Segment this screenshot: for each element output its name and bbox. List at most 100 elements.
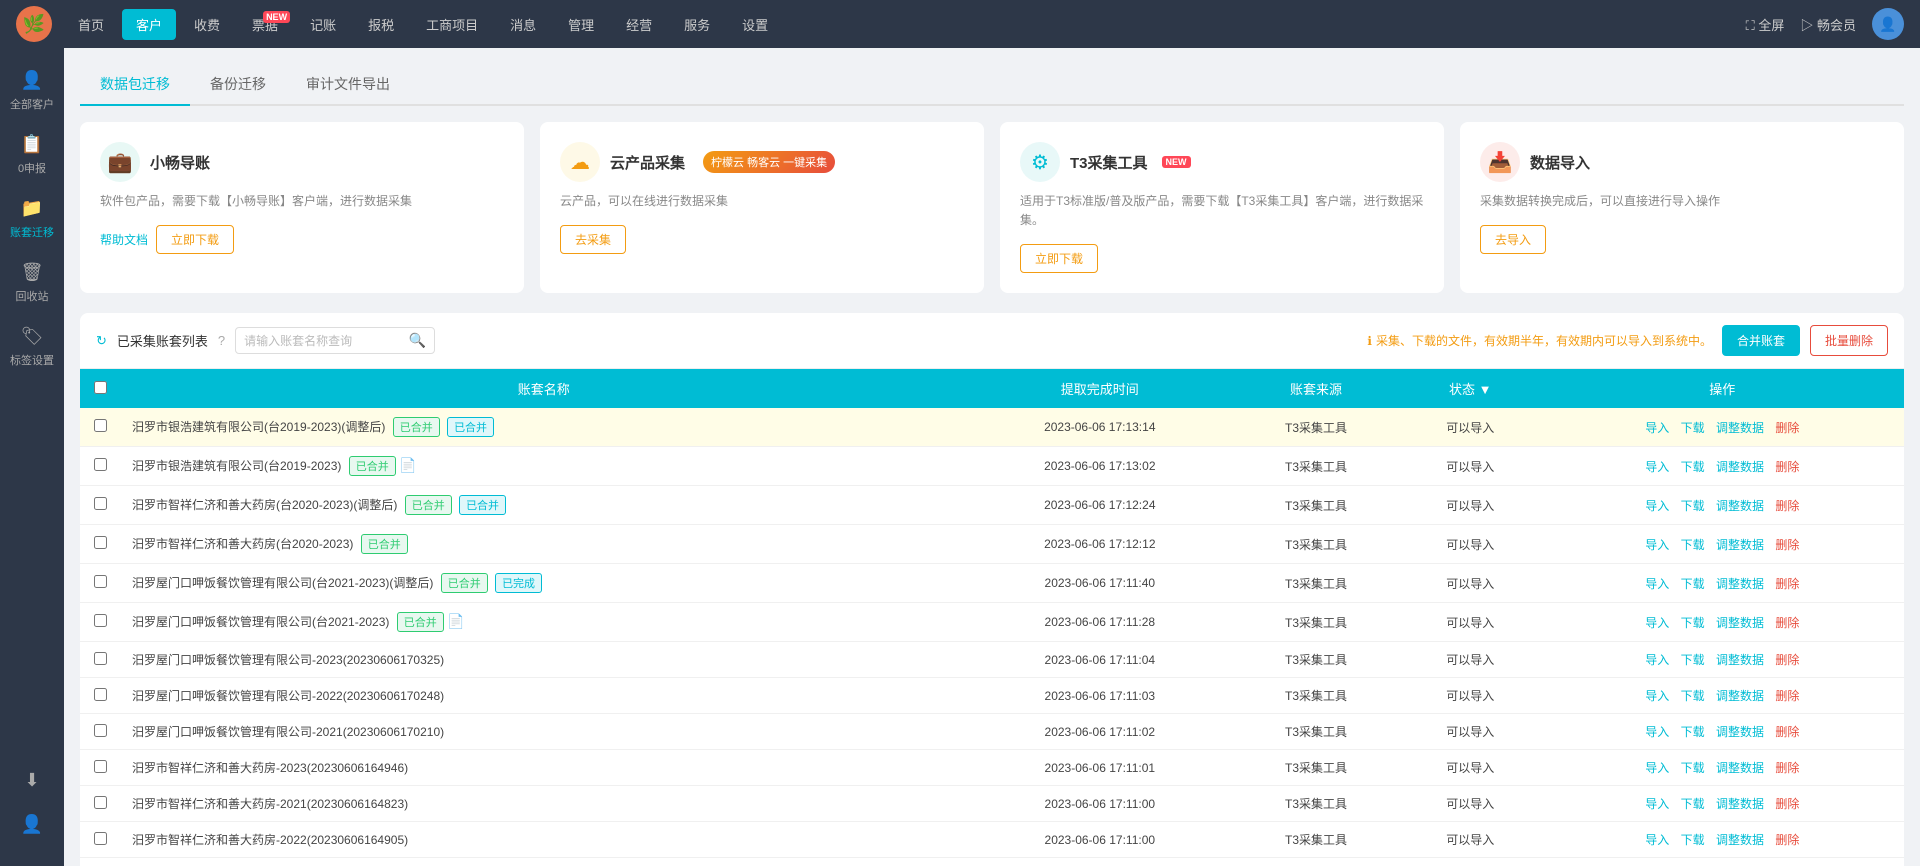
op-删除-btn[interactable]: 删除 — [1771, 689, 1803, 703]
op-删除-btn[interactable]: 删除 — [1771, 797, 1803, 811]
search-input[interactable] — [244, 334, 403, 348]
help-icon[interactable]: ? — [218, 333, 225, 348]
nav-business[interactable]: 工商项目 — [412, 9, 492, 40]
op-下载-btn[interactable]: 下载 — [1677, 653, 1709, 667]
tab-audit-export[interactable]: 审计文件导出 — [286, 64, 410, 106]
op-调整数据-btn[interactable]: 调整数据 — [1712, 653, 1768, 667]
op-删除-btn[interactable]: 删除 — [1771, 460, 1803, 474]
fullscreen-btn[interactable]: ⛶ 全屏 — [1746, 15, 1785, 34]
op-调整数据-btn[interactable]: 调整数据 — [1712, 833, 1768, 847]
op-下载-btn[interactable]: 下载 — [1677, 616, 1709, 630]
op-删除-btn[interactable]: 删除 — [1771, 725, 1803, 739]
op-调整数据-btn[interactable]: 调整数据 — [1712, 421, 1768, 435]
op-调整数据-btn[interactable]: 调整数据 — [1712, 460, 1768, 474]
sidebar-item-zero-report[interactable]: 📋 0申报 — [0, 122, 64, 186]
op-导入-btn[interactable]: 导入 — [1641, 499, 1673, 513]
card-cloud-icon: ☁ — [560, 142, 600, 182]
account-migration-icon: 📁 — [20, 196, 44, 220]
tip-text: ℹ 采集、下载的文件，有效期半年，有效期内可以导入到系统中。 — [1367, 332, 1712, 349]
row-checkbox[interactable] — [94, 575, 107, 588]
nav-tax[interactable]: 报税 — [354, 9, 408, 40]
op-下载-btn[interactable]: 下载 — [1677, 689, 1709, 703]
search-submit-icon[interactable]: 🔍 — [409, 332, 426, 349]
row-checkbox[interactable] — [94, 796, 107, 809]
nav-home[interactable]: 首页 — [64, 9, 118, 40]
nav-operation[interactable]: 经营 — [612, 9, 666, 40]
select-all-checkbox[interactable] — [94, 381, 107, 394]
row-checkbox[interactable] — [94, 832, 107, 845]
nav-manage[interactable]: 管理 — [554, 9, 608, 40]
op-删除-btn[interactable]: 删除 — [1771, 616, 1803, 630]
op-调整数据-btn[interactable]: 调整数据 — [1712, 577, 1768, 591]
op-下载-btn[interactable]: 下载 — [1677, 577, 1709, 591]
op-调整数据-btn[interactable]: 调整数据 — [1712, 499, 1768, 513]
op-调整数据-btn[interactable]: 调整数据 — [1712, 797, 1768, 811]
nav-fee[interactable]: 收费 — [180, 9, 234, 40]
op-导入-btn[interactable]: 导入 — [1641, 460, 1673, 474]
op-删除-btn[interactable]: 删除 — [1771, 833, 1803, 847]
card-t3-download-btn[interactable]: 立即下载 — [1020, 244, 1098, 273]
op-下载-btn[interactable]: 下载 — [1677, 725, 1709, 739]
op-调整数据-btn[interactable]: 调整数据 — [1712, 761, 1768, 775]
member-btn[interactable]: ▷ 畅会员 — [1800, 15, 1856, 34]
merge-accounts-btn[interactable]: 合并账套 — [1722, 325, 1800, 356]
op-导入-btn[interactable]: 导入 — [1641, 616, 1673, 630]
tab-data-migration[interactable]: 数据包迁移 — [80, 64, 190, 106]
op-下载-btn[interactable]: 下载 — [1677, 833, 1709, 847]
nav-service[interactable]: 服务 — [670, 9, 724, 40]
op-导入-btn[interactable]: 导入 — [1641, 653, 1673, 667]
op-删除-btn[interactable]: 删除 — [1771, 421, 1803, 435]
op-导入-btn[interactable]: 导入 — [1641, 797, 1673, 811]
row-checkbox[interactable] — [94, 652, 107, 665]
card-dataimport-import-btn[interactable]: 去导入 — [1480, 225, 1546, 254]
sidebar-item-user[interactable]: 👤 — [20, 802, 44, 846]
op-导入-btn[interactable]: 导入 — [1641, 833, 1673, 847]
tab-backup-migration[interactable]: 备份迁移 — [190, 64, 286, 106]
op-下载-btn[interactable]: 下载 — [1677, 421, 1709, 435]
row-checkbox[interactable] — [94, 419, 107, 432]
nav-bookkeeping[interactable]: 记账 — [296, 9, 350, 40]
op-删除-btn[interactable]: 删除 — [1771, 653, 1803, 667]
card-xiaochangzhang-download-btn[interactable]: 立即下载 — [156, 225, 234, 254]
nav-message[interactable]: 消息 — [496, 9, 550, 40]
op-删除-btn[interactable]: 删除 — [1771, 577, 1803, 591]
op-下载-btn[interactable]: 下载 — [1677, 797, 1709, 811]
row-checkbox[interactable] — [94, 724, 107, 737]
op-下载-btn[interactable]: 下载 — [1677, 460, 1709, 474]
op-调整数据-btn[interactable]: 调整数据 — [1712, 616, 1768, 630]
op-导入-btn[interactable]: 导入 — [1641, 725, 1673, 739]
row-checkbox[interactable] — [94, 497, 107, 510]
op-调整数据-btn[interactable]: 调整数据 — [1712, 689, 1768, 703]
sidebar-item-recycle[interactable]: 🗑 回收站 — [0, 250, 64, 314]
op-导入-btn[interactable]: 导入 — [1641, 421, 1673, 435]
card-cloud-collect-btn[interactable]: 去采集 — [560, 225, 626, 254]
row-checkbox[interactable] — [94, 536, 107, 549]
batch-delete-btn[interactable]: 批量删除 — [1810, 325, 1888, 356]
row-checkbox[interactable] — [94, 614, 107, 627]
op-删除-btn[interactable]: 删除 — [1771, 499, 1803, 513]
op-导入-btn[interactable]: 导入 — [1641, 577, 1673, 591]
op-导入-btn[interactable]: 导入 — [1641, 689, 1673, 703]
op-下载-btn[interactable]: 下载 — [1677, 499, 1709, 513]
row-checkbox[interactable] — [94, 458, 107, 471]
op-导入-btn[interactable]: 导入 — [1641, 761, 1673, 775]
nav-invoice[interactable]: 票据 NEW — [238, 9, 292, 40]
row-checkbox[interactable] — [94, 688, 107, 701]
sidebar-item-tags[interactable]: 🏷 标签设置 — [0, 314, 64, 378]
sidebar-item-download[interactable]: ⬇ — [20, 758, 44, 802]
refresh-icon[interactable]: ↻ — [96, 333, 107, 349]
nav-settings[interactable]: 设置 — [728, 9, 782, 40]
op-删除-btn[interactable]: 删除 — [1771, 538, 1803, 552]
row-checkbox[interactable] — [94, 760, 107, 773]
card-xiaochangzhang-help-link[interactable]: 帮助文档 — [100, 231, 148, 248]
op-调整数据-btn[interactable]: 调整数据 — [1712, 538, 1768, 552]
op-导入-btn[interactable]: 导入 — [1641, 538, 1673, 552]
op-下载-btn[interactable]: 下载 — [1677, 761, 1709, 775]
nav-client[interactable]: 客户 — [122, 9, 176, 40]
avatar[interactable]: 👤 — [1872, 8, 1904, 40]
sidebar-item-account-migration[interactable]: 📁 账套迁移 — [0, 186, 64, 250]
sidebar-item-all-clients[interactable]: 👤 全部客户 — [0, 58, 64, 122]
op-下载-btn[interactable]: 下载 — [1677, 538, 1709, 552]
op-删除-btn[interactable]: 删除 — [1771, 761, 1803, 775]
op-调整数据-btn[interactable]: 调整数据 — [1712, 725, 1768, 739]
